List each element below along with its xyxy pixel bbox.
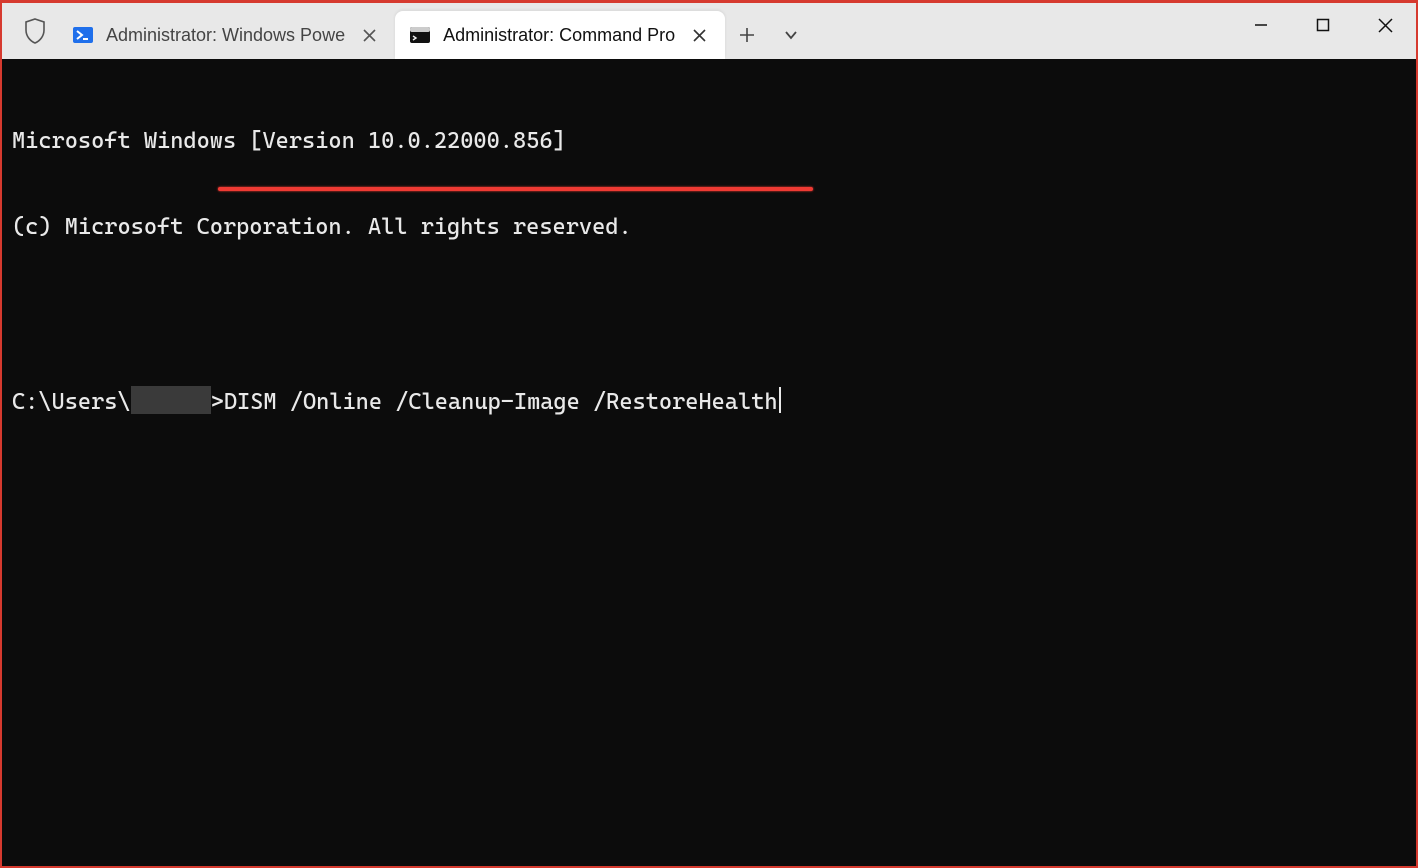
terminal-output[interactable]: Microsoft Windows [Version 10.0.22000.85… (2, 59, 1416, 866)
prompt-prefix: C:\Users\ (12, 389, 131, 415)
titlebar: Administrator: Windows Powe Administrato… (2, 3, 1416, 59)
tab-dropdown-button[interactable] (769, 13, 813, 57)
shield-icon (12, 3, 58, 59)
tab-label: Administrator: Windows Powe (106, 25, 345, 46)
close-window-button[interactable] (1354, 3, 1416, 47)
banner-line: (c) Microsoft Corporation. All rights re… (12, 213, 1406, 242)
banner-line: Microsoft Windows [Version 10.0.22000.85… (12, 127, 1406, 156)
tab-label: Administrator: Command Pro (443, 25, 675, 46)
powershell-icon (72, 24, 94, 46)
text-cursor (779, 387, 782, 413)
blank-line (12, 299, 1406, 328)
prompt-line: C:\Users\ >DISM /Online /Cleanup-Image /R… (12, 386, 1406, 417)
tab-command-prompt[interactable]: Administrator: Command Pro (395, 11, 725, 59)
tab-close-button[interactable] (357, 23, 381, 47)
new-tab-button[interactable] (725, 13, 769, 57)
prompt-suffix: > (211, 389, 224, 415)
cmd-icon (409, 24, 431, 46)
window-controls (1230, 3, 1416, 59)
annotation-underline (218, 187, 813, 191)
tab-close-button[interactable] (687, 23, 711, 47)
tab-powershell[interactable]: Administrator: Windows Powe (58, 11, 395, 59)
maximize-button[interactable] (1292, 3, 1354, 47)
typed-command: DISM /Online /Cleanup-Image /RestoreHeal… (224, 389, 778, 415)
redacted-username (131, 386, 211, 414)
minimize-button[interactable] (1230, 3, 1292, 47)
